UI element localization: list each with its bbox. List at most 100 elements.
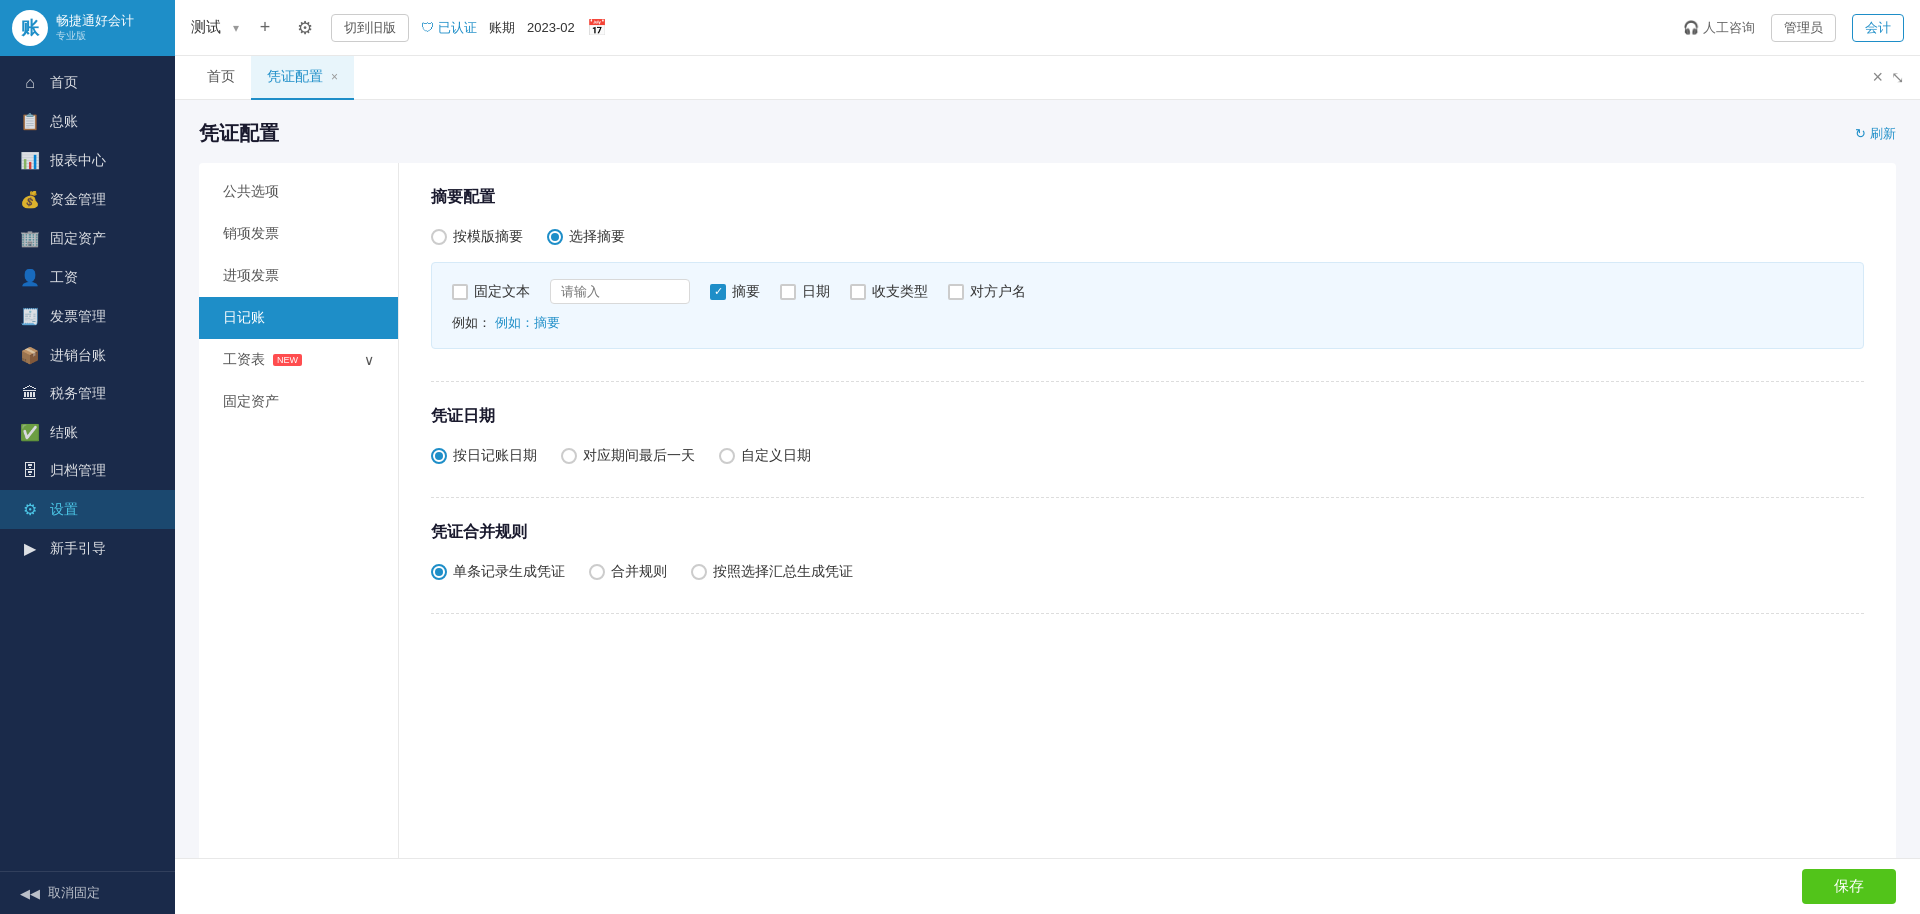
sidebar-item-asset[interactable]: 🏢 固定资产 [0,219,175,258]
asset-icon: 🏢 [20,229,40,248]
left-nav-purchase-invoice[interactable]: 进项发票 [199,255,398,297]
left-nav-sales-invoice[interactable]: 销项发票 [199,213,398,255]
invoice-icon: 🧾 [20,307,40,326]
voucher-date-radio-group: 按日记账日期 对应期间最后一天 自定义日期 [431,447,1864,465]
left-nav-public[interactable]: 公共选项 [199,171,398,213]
window-expand-button[interactable]: ⤡ [1891,68,1904,87]
cancel-fixed-button[interactable]: ◀◀ 取消固定 [0,871,175,914]
radio-journal-date[interactable]: 按日记账日期 [431,447,537,465]
radio-select-merge-circle [691,564,707,580]
logo-text: 畅捷通好会计 [56,13,134,30]
summary-radio-group: 按模版摘要 选择摘要 [431,228,1864,246]
divider-3 [431,613,1864,614]
radio-single-record[interactable]: 单条记录生成凭证 [431,563,565,581]
sidebar-item-home[interactable]: ⌂ 首页 [0,64,175,102]
merge-rules-radio-group: 单条记录生成凭证 合并规则 按照选择汇总生成凭证 [431,563,1864,581]
merge-rules-title: 凭证合并规则 [431,522,1864,543]
sidebar-item-wage[interactable]: 👤 工资 [0,258,175,297]
voucher-date-title: 凭证日期 [431,406,1864,427]
checkbox-date[interactable]: 日期 [780,283,830,301]
sidebar-item-guide[interactable]: ▶ 新手引导 [0,529,175,568]
tax-icon: 🏛 [20,385,40,403]
radio-single-record-dot [435,568,443,576]
refresh-button[interactable]: ↻ 刷新 [1855,125,1896,143]
config-layout: 公共选项 销项发票 进项发票 日记账 工资表 NEW ∨ [199,163,1896,863]
divider-2 [431,497,1864,498]
radio-merge-rule[interactable]: 合并规则 [589,563,667,581]
closing-icon: ✅ [20,423,40,442]
topbar-dropdown-icon[interactable]: ▾ [233,21,239,35]
topbar-period-value: 2023-02 [527,20,575,35]
sales-icon: 📦 [20,346,40,365]
topbar-title: 测试 [191,18,221,37]
window-close-button[interactable]: × [1872,67,1883,88]
sidebar-item-settings[interactable]: ⚙ 设置 [0,490,175,529]
checkbox-pay-type-box [850,284,866,300]
tab-voucher-config[interactable]: 凭证配置 × [251,56,354,100]
ledger-icon: 📋 [20,112,40,131]
summary-config-title: 摘要配置 [431,187,1864,208]
sidebar-item-report[interactable]: 📊 报表中心 [0,141,175,180]
topbar-acct-button[interactable]: 会计 [1852,14,1904,42]
checkbox-pay-type[interactable]: 收支类型 [850,283,928,301]
topbar-verified: 🛡 已认证 [421,19,477,37]
sidebar-item-archive[interactable]: 🗄 归档管理 [0,452,175,490]
sidebar-item-ledger[interactable]: 📋 总账 [0,102,175,141]
sidebar-item-closing[interactable]: ✅ 结账 [0,413,175,452]
topbar-period-label: 账期 [489,19,515,37]
left-nav-payroll[interactable]: 工资表 NEW ∨ [199,339,398,381]
left-nav-journal[interactable]: 日记账 [199,297,398,339]
summary-checkbox-group: 固定文本 ✓ 摘要 日期 [452,279,1843,304]
left-nav: 公共选项 销项发票 进项发票 日记账 工资表 NEW ∨ [199,163,399,863]
new-badge: NEW [273,354,302,366]
logo-sub: 专业版 [56,29,134,43]
topbar-settings-button[interactable]: ⚙ [291,14,319,42]
radio-select-summary[interactable]: 选择摘要 [547,228,625,246]
report-icon: 📊 [20,151,40,170]
section-voucher-date: 凭证日期 按日记账日期 对应期间最后一天 [431,406,1864,465]
radio-template-summary[interactable]: 按模版摘要 [431,228,523,246]
sidebar-item-fund[interactable]: 💰 资金管理 [0,180,175,219]
logo-icon: 账 [12,10,48,46]
fund-icon: 💰 [20,190,40,209]
sidebar-item-sales[interactable]: 📦 进销台账 [0,336,175,375]
calendar-icon[interactable]: 📅 [587,18,607,37]
radio-custom-date[interactable]: 自定义日期 [719,447,811,465]
section-summary-config: 摘要配置 按模版摘要 选择摘要 [431,187,1864,349]
sidebar-item-tax[interactable]: 🏛 税务管理 [0,375,175,413]
tabbar: 首页 凭证配置 × × ⤡ [175,56,1920,100]
shield-icon: 🛡 [421,20,434,35]
checkbox-counterparty[interactable]: 对方户名 [948,283,1026,301]
home-icon: ⌂ [20,74,40,92]
radio-template-circle [431,229,447,245]
radio-period-last-circle [561,448,577,464]
sidebar-item-invoice[interactable]: 🧾 发票管理 [0,297,175,336]
checkbox-fixed-text[interactable]: 固定文本 [452,283,530,301]
radio-period-last[interactable]: 对应期间最后一天 [561,447,695,465]
example-text: 例如： 例如：摘要 [452,314,1843,332]
checkmark-icon: ✓ [714,285,723,298]
page-title-row: 凭证配置 ↻ 刷新 [199,120,1896,147]
divider-1 [431,381,1864,382]
tabbar-actions: × ⤡ [1872,67,1920,88]
tab-close-icon[interactable]: × [331,70,338,84]
settings-icon: ⚙ [20,500,40,519]
left-nav-fixed-asset[interactable]: 固定资产 [199,381,398,423]
radio-select-circle [547,229,563,245]
pin-icon: ◀◀ [20,886,40,901]
fixed-text-input[interactable] [550,279,690,304]
topbar-consult-button[interactable]: 🎧 人工咨询 [1683,19,1755,37]
topbar-add-button[interactable]: + [251,14,279,42]
guide-icon: ▶ [20,539,40,558]
refresh-icon: ↻ [1855,126,1866,141]
topbar-admin-button[interactable]: 管理员 [1771,14,1836,42]
tab-home[interactable]: 首页 [191,56,251,100]
topbar-switch-button[interactable]: 切到旧版 [331,14,409,42]
main-content: 凭证配置 ↻ 刷新 公共选项 销项发票 进项发票 日记账 [175,100,1920,914]
save-button[interactable]: 保存 [1802,869,1896,904]
radio-select-merge[interactable]: 按照选择汇总生成凭证 [691,563,853,581]
radio-merge-rule-circle [589,564,605,580]
checkbox-date-box [780,284,796,300]
checkbox-summary[interactable]: ✓ 摘要 [710,283,760,301]
headset-icon: 🎧 [1683,20,1699,35]
